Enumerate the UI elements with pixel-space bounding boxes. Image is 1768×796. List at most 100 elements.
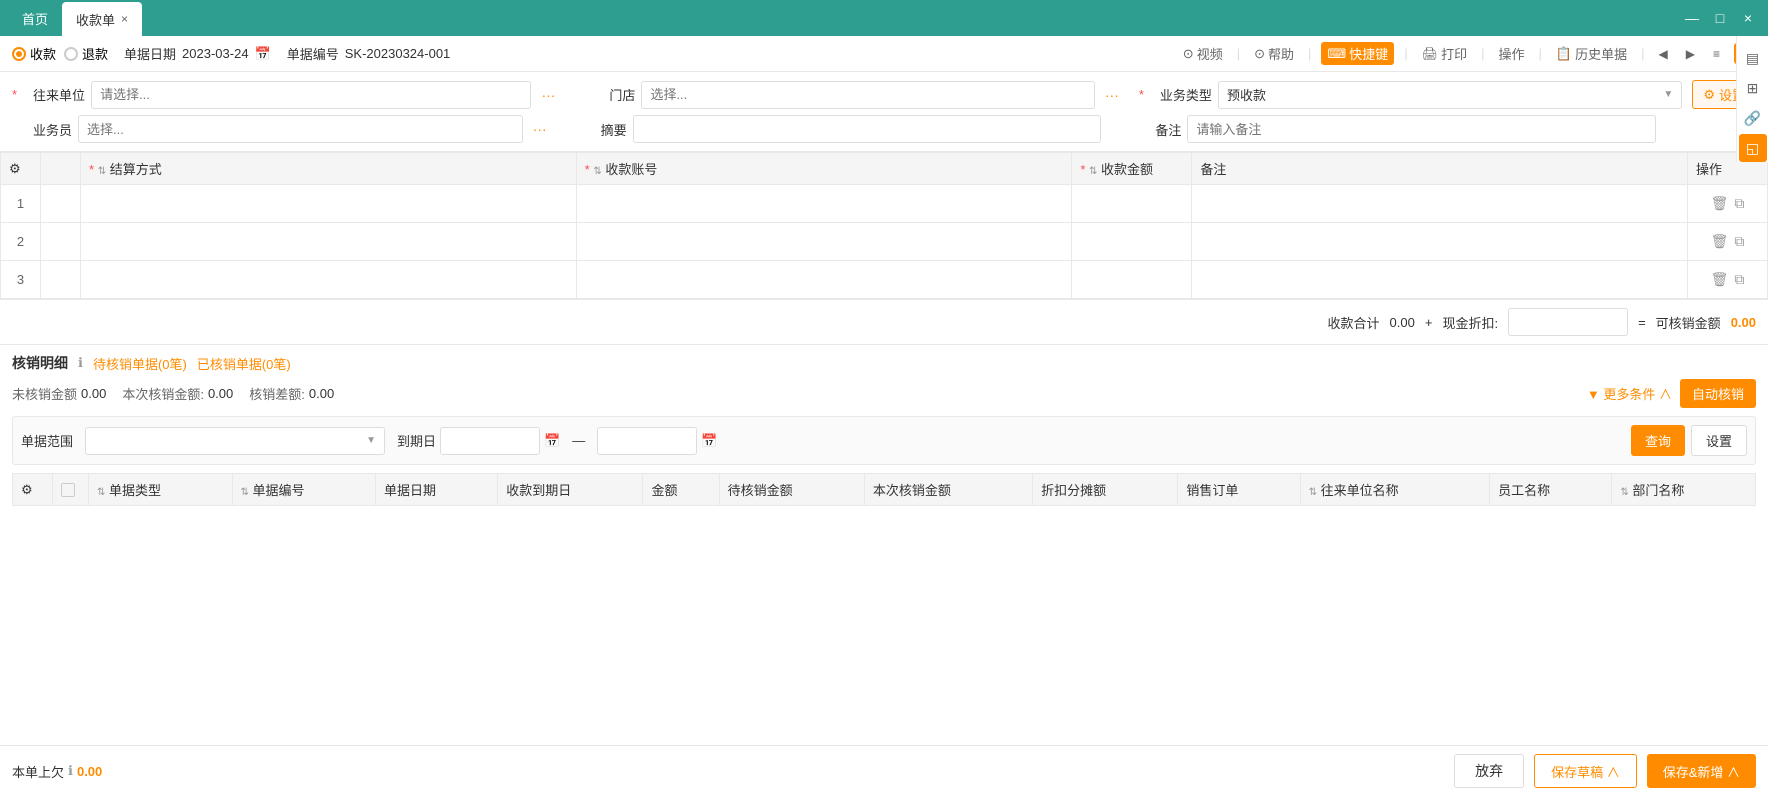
nav-prev-btn[interactable]: ◀ (1655, 45, 1672, 63)
operation-btn[interactable]: 操作 (1495, 42, 1529, 65)
right-panel-expand-icon[interactable]: ◱ (1739, 134, 1767, 162)
row-1-amount-input[interactable] (1072, 185, 1191, 222)
radio-receive[interactable]: 收款 (12, 44, 56, 63)
row-2-settlement-input[interactable] (81, 223, 576, 260)
right-panel-table-icon[interactable]: ▤ (1739, 44, 1767, 72)
row-3-account-input[interactable] (577, 261, 1072, 298)
save-new-button[interactable]: 保存&新增 ∧ (1647, 754, 1756, 788)
video-btn[interactable]: ⊙ 视频 (1179, 42, 1227, 65)
filter-setting-button[interactable]: 设置 (1691, 425, 1747, 456)
diff-value: 0.00 (309, 386, 334, 401)
filter-select[interactable]: ▼ (85, 427, 385, 455)
nav-next-btn[interactable]: ▶ (1682, 45, 1699, 63)
row-3-settlement-input[interactable] (81, 261, 576, 298)
toolbar-right: ⊙ 视频 | ⊙ 帮助 | ⌨ 快捷键 | 🖨 打印 | (1179, 42, 1756, 65)
summary-field: 摘要 (567, 115, 1102, 143)
store-more-icon[interactable]: ··· (1105, 87, 1119, 103)
more-conditions-btn[interactable]: ▼ 更多条件 ∧ (1587, 384, 1672, 403)
auto-reconcile-button[interactable]: 自动核销 (1680, 379, 1756, 408)
calendar-icon[interactable]: 📅 (255, 46, 271, 62)
staff-more-icon[interactable]: ··· (533, 121, 547, 137)
row-3-settlement[interactable] (81, 261, 577, 299)
date-from-input[interactable]: 2022-04-01 (440, 427, 540, 455)
row-2-copy-icon[interactable]: ⧉ (1734, 233, 1744, 250)
staff-field: 业务员 ··· (12, 115, 547, 143)
row-1-copy-icon[interactable]: ⧉ (1734, 195, 1744, 212)
footer-info-icon[interactable]: ℹ (68, 763, 73, 779)
row-1-settlement-input[interactable] (81, 185, 576, 222)
row-2-settlement[interactable] (81, 223, 577, 261)
row-1-account[interactable] (576, 185, 1072, 223)
minimize-button[interactable]: — (1680, 6, 1704, 30)
row-1-account-input[interactable] (577, 185, 1072, 222)
business-type-select[interactable]: 预收款 ▼ (1218, 81, 1682, 109)
pending-tab[interactable]: 待核销单据(0笔) (93, 354, 187, 373)
row-3-copy-icon[interactable]: ⧉ (1734, 271, 1744, 288)
table-row: 3 🗑 ⧉ (1, 261, 1768, 299)
radio-refund[interactable]: 退款 (64, 44, 108, 63)
bottom-table: ⚙ ⇅ 单据类型 ⇅ 单据编号 单据日期 (12, 473, 1756, 506)
save-draft-button[interactable]: 保存草稿 ∧ (1534, 754, 1637, 788)
remark-input[interactable] (1187, 115, 1656, 143)
filter-actions: 查询 设置 (1631, 425, 1747, 456)
row-1-delete-icon[interactable]: 🗑 (1711, 195, 1729, 212)
row-1-remark[interactable] (1192, 185, 1688, 223)
business-type-chevron-icon: ▼ (1663, 89, 1673, 100)
date-to-input[interactable]: 2022-04-12 (597, 427, 697, 455)
row-1-amount[interactable] (1072, 185, 1192, 223)
unreconciled-label: 未核销金额 (12, 384, 77, 403)
query-button[interactable]: 查询 (1631, 425, 1685, 456)
row-3-delete-icon[interactable]: 🗑 (1711, 271, 1729, 288)
close-button[interactable]: × (1736, 6, 1760, 30)
layout-list-btn[interactable]: ≡ (1709, 45, 1724, 63)
discount-input[interactable] (1508, 308, 1628, 336)
right-panel-grid-icon[interactable]: ⊞ (1739, 74, 1767, 102)
help-label: 帮助 (1268, 44, 1294, 63)
calendar-to-icon[interactable]: 📅 (701, 433, 717, 449)
row-2-account[interactable] (576, 223, 1072, 261)
help-btn[interactable]: ⊙ 帮助 (1250, 42, 1298, 65)
counterpart-more-icon[interactable]: ··· (541, 87, 555, 103)
tab-home[interactable]: 首页 (8, 0, 62, 36)
select-all-checkbox[interactable] (61, 483, 75, 497)
filter-label: 单据范围 (21, 431, 73, 450)
counterpart-input[interactable] (91, 81, 531, 109)
print-btn[interactable]: 🖨 打印 (1418, 42, 1472, 65)
row-2-delete-icon[interactable]: 🗑 (1711, 233, 1729, 250)
row-3-remark-input[interactable] (1192, 261, 1687, 298)
reconcile-info-icon[interactable]: ℹ (78, 355, 83, 371)
abandon-button[interactable]: 放弃 (1454, 754, 1524, 788)
bottom-col-checkbox (53, 474, 89, 506)
remark-label: 备注 (1121, 120, 1181, 139)
summary-input[interactable] (633, 115, 1102, 143)
row-2-account-input[interactable] (577, 223, 1072, 260)
store-input[interactable] (641, 81, 1094, 109)
bottom-col-amount: 金额 (643, 474, 719, 506)
tab-active[interactable]: 收款单 × (62, 2, 142, 36)
row-3-amount-input[interactable] (1072, 261, 1191, 298)
row-2-amount[interactable] (1072, 223, 1192, 261)
staff-input[interactable] (78, 115, 523, 143)
col-gear[interactable]: ⚙ (1, 153, 41, 185)
row-1-settlement[interactable] (81, 185, 577, 223)
shortcut-btn[interactable]: ⌨ 快捷键 (1321, 42, 1394, 65)
date-from-label: 到期日 (397, 431, 436, 450)
tab-close-icon[interactable]: × (121, 12, 128, 26)
radio-group: 收款 退款 (12, 44, 108, 63)
discount-label: 现金折扣: (1442, 313, 1498, 332)
row-3-remark[interactable] (1192, 261, 1688, 299)
row-2-remark-input[interactable] (1192, 223, 1687, 260)
maximize-button[interactable]: □ (1708, 6, 1732, 30)
row-2-remark[interactable] (1192, 223, 1688, 261)
right-panel-link-icon[interactable]: 🔗 (1739, 104, 1767, 132)
video-icon: ⊙ (1183, 46, 1194, 62)
history-btn[interactable]: 📋 历史单据 (1552, 42, 1631, 65)
bottom-col-gear[interactable]: ⚙ (13, 474, 53, 506)
row-2-amount-input[interactable] (1072, 223, 1191, 260)
calendar-from-icon[interactable]: 📅 (544, 433, 560, 449)
toolbar-divider-2: | (1308, 46, 1311, 61)
row-1-remark-input[interactable] (1192, 185, 1687, 222)
row-3-amount[interactable] (1072, 261, 1192, 299)
row-3-account[interactable] (576, 261, 1072, 299)
done-tab[interactable]: 已核销单据(0笔) (197, 354, 291, 373)
